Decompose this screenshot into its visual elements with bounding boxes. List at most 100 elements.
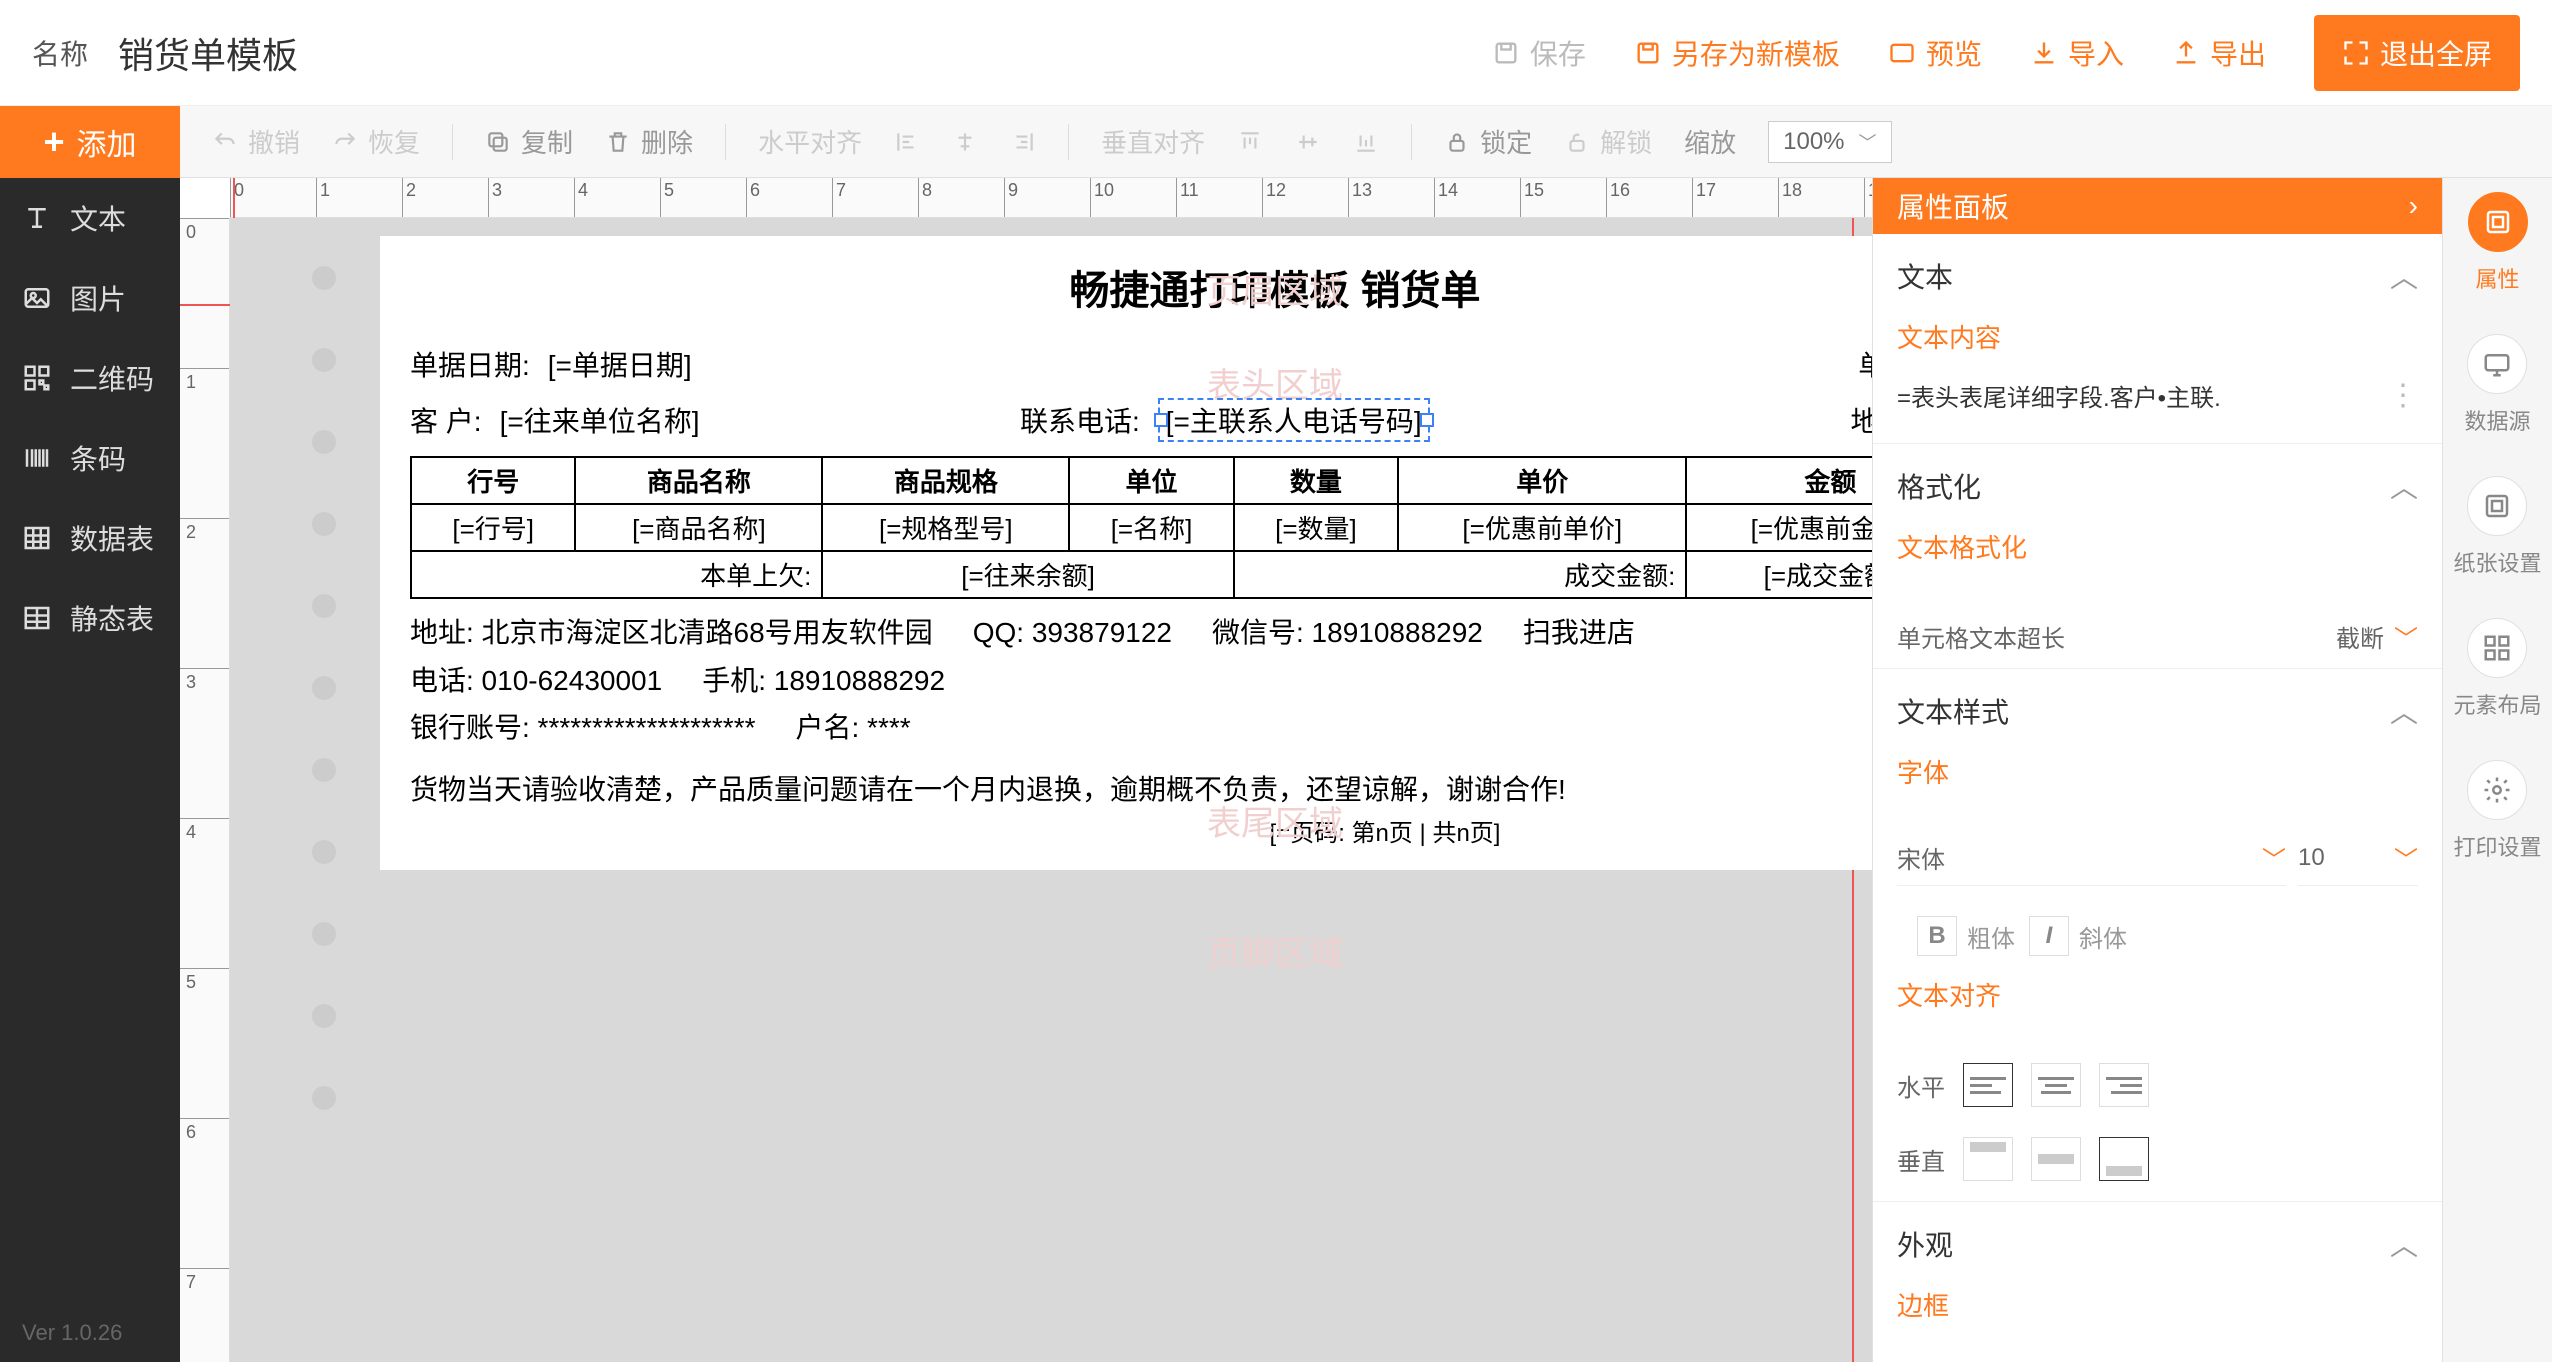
table-header[interactable]: 数量 (1234, 457, 1398, 504)
valign-button[interactable]: 垂直对齐 (1101, 123, 1205, 160)
undo-button[interactable]: 撤销 (212, 123, 300, 160)
tab-property[interactable]: 属性 (2468, 192, 2528, 294)
save-as-button[interactable]: 另存为新模板 (1634, 33, 1840, 73)
sidebar-item-barcode[interactable]: 条码 (0, 418, 180, 498)
font-family-select[interactable]: 宋体﹀ (1897, 830, 2286, 886)
export-icon (2172, 39, 2200, 67)
export-button[interactable]: 导出 (2172, 33, 2266, 73)
section-appearance[interactable]: 外观︿ (1873, 1202, 2442, 1286)
tab-print[interactable]: 打印设置 (2453, 760, 2541, 862)
overflow-select[interactable]: 截断﹀ (2336, 619, 2418, 654)
copy-icon (485, 129, 511, 155)
table-cell[interactable]: [=优惠前单价] (1398, 504, 1686, 551)
align-top-icon (1237, 129, 1263, 155)
text-format-label: 文本格式化 (1897, 528, 2418, 565)
table-cell[interactable]: [=数量] (1234, 504, 1398, 551)
tel-label[interactable]: 联系电话: (1020, 400, 1140, 440)
table-header[interactable]: 单位 (1069, 457, 1233, 504)
chevron-up-icon: ︿ (2390, 1224, 2418, 1264)
table-header[interactable]: 单价 (1398, 457, 1686, 504)
halign-button[interactable]: 水平对齐 (758, 123, 862, 160)
halign-center[interactable] (2031, 1063, 2081, 1107)
layout-icon (2467, 618, 2527, 678)
copy-button[interactable]: 复制 (485, 123, 573, 160)
panel-header[interactable]: 属性面板 › (1873, 178, 2442, 234)
sidebar-item-image[interactable]: 图片 (0, 258, 180, 338)
redo-button[interactable]: 恢复 (332, 123, 420, 160)
tab-paper[interactable]: 纸张设置 (2453, 476, 2541, 578)
table-header[interactable]: 商品名称 (575, 457, 822, 504)
table-header[interactable]: 金额 (1686, 457, 1872, 504)
version-label: Ver 1.0.26 (0, 1304, 180, 1362)
italic-button[interactable]: I斜体 (2029, 916, 2127, 956)
lock-icon (1444, 129, 1470, 155)
table-cell[interactable]: [=优惠前金额] (1686, 504, 1872, 551)
unlock-button[interactable]: 解锁 (1564, 123, 1652, 160)
tab-datasource[interactable]: 数据源 (2464, 334, 2530, 436)
ruler-horizontal: 01234567891011121314151617181920212223 (230, 178, 1872, 218)
sidebar-item-datatable[interactable]: 数据表 (0, 498, 180, 578)
valign-middle[interactable] (2031, 1137, 2081, 1181)
preview-icon (1888, 39, 1916, 67)
valign-bottom[interactable] (2099, 1137, 2149, 1181)
table-cell[interactable]: [=行号] (411, 504, 575, 551)
text-content-input[interactable] (1897, 371, 2374, 419)
sidebar-item-statictable[interactable]: 静态表 (0, 578, 180, 658)
data-table[interactable]: 行号商品名称商品规格单位数量单价金额备注 [=行号][=商品名称][=规格型号]… (410, 456, 1872, 599)
more-icon[interactable]: ⋮ (2388, 378, 2418, 413)
save-button[interactable]: 保存 (1492, 33, 1586, 73)
date-value[interactable]: [=单据日期] (548, 344, 692, 384)
section-text[interactable]: 文本︿ (1873, 234, 2442, 318)
font-label: 字体 (1897, 753, 2418, 790)
no-label[interactable]: 单据编号: (1858, 344, 1872, 384)
cust-value[interactable]: [=往来单位名称] (500, 400, 700, 440)
date-label[interactable]: 单据日期: (410, 344, 530, 384)
bold-button[interactable]: B粗体 (1917, 916, 2015, 956)
valign-opt3[interactable] (1353, 129, 1379, 155)
align-label: 文本对齐 (1897, 976, 2418, 1013)
undo-icon (212, 129, 238, 155)
redo-icon (332, 129, 358, 155)
template-title[interactable]: 畅捷通打印模板 销货单 (410, 258, 1872, 316)
halign-opt3[interactable] (1010, 129, 1036, 155)
section-style[interactable]: 文本样式︿ (1873, 669, 2442, 753)
add-button[interactable]: + 添加 (0, 106, 180, 178)
exit-fullscreen-button[interactable]: 退出全屏 (2314, 15, 2520, 91)
valign-top[interactable] (1963, 1137, 2013, 1181)
addr-label[interactable]: 地 址: (1851, 400, 1872, 440)
canvas-scroll[interactable]: 页眉区域 表头区域 表尾区域 页脚区域 畅捷通打印模板 销货单 单据日期:[=单… (230, 218, 1872, 1362)
tab-layout[interactable]: 元素布局 (2453, 618, 2541, 720)
delete-button[interactable]: 删除 (605, 123, 693, 160)
sidebar-item-text[interactable]: 文本 (0, 178, 180, 258)
halign-opt1[interactable] (894, 129, 920, 155)
import-button[interactable]: 导入 (2030, 33, 2124, 73)
halign-left[interactable] (1963, 1063, 2013, 1107)
template-page[interactable]: 页眉区域 表头区域 表尾区域 页脚区域 畅捷通打印模板 销货单 单据日期:[=单… (380, 236, 1872, 870)
halign-opt2[interactable] (952, 129, 978, 155)
cust-label[interactable]: 客 户: (410, 400, 482, 440)
canvas-area: 01234567891011121314151617181920212223 0… (180, 178, 1872, 1362)
gear-icon (2467, 760, 2527, 820)
table-cell[interactable]: [=商品名称] (575, 504, 822, 551)
table-header[interactable]: 商品规格 (822, 457, 1069, 504)
template-name[interactable]: 销货单模板 (118, 27, 298, 79)
valign-opt1[interactable] (1237, 129, 1263, 155)
tel-value-selected[interactable]: [=主联系人电话号码] (1158, 398, 1430, 442)
table-cell[interactable]: [=名称] (1069, 504, 1233, 551)
valign-opt2[interactable] (1295, 129, 1321, 155)
zoom-select[interactable]: 100% ﹀ (1768, 121, 1891, 163)
chevron-down-icon: ﹀ (2394, 840, 2418, 875)
table-cell[interactable]: [=规格型号] (822, 504, 1069, 551)
preview-button[interactable]: 预览 (1888, 33, 1982, 73)
border-label: 边框 (1897, 1286, 2418, 1323)
valign-label: 垂直 (1897, 1142, 1945, 1177)
sidebar-item-qrcode[interactable]: 二维码 (0, 338, 180, 418)
lock-button[interactable]: 锁定 (1444, 123, 1532, 160)
halign-right[interactable] (2099, 1063, 2149, 1107)
footer-block[interactable]: 地址: 北京市海淀区北清路68号用友软件园 QQ: 393879122 微信号:… (410, 609, 1872, 813)
font-size-select[interactable]: 10﹀ (2298, 830, 2418, 886)
section-format[interactable]: 格式化︿ (1873, 444, 2442, 528)
align-center-h-icon (952, 129, 978, 155)
table-header[interactable]: 行号 (411, 457, 575, 504)
page-number[interactable]: [=页码: 第n页 | 共n页] (1270, 813, 1501, 848)
